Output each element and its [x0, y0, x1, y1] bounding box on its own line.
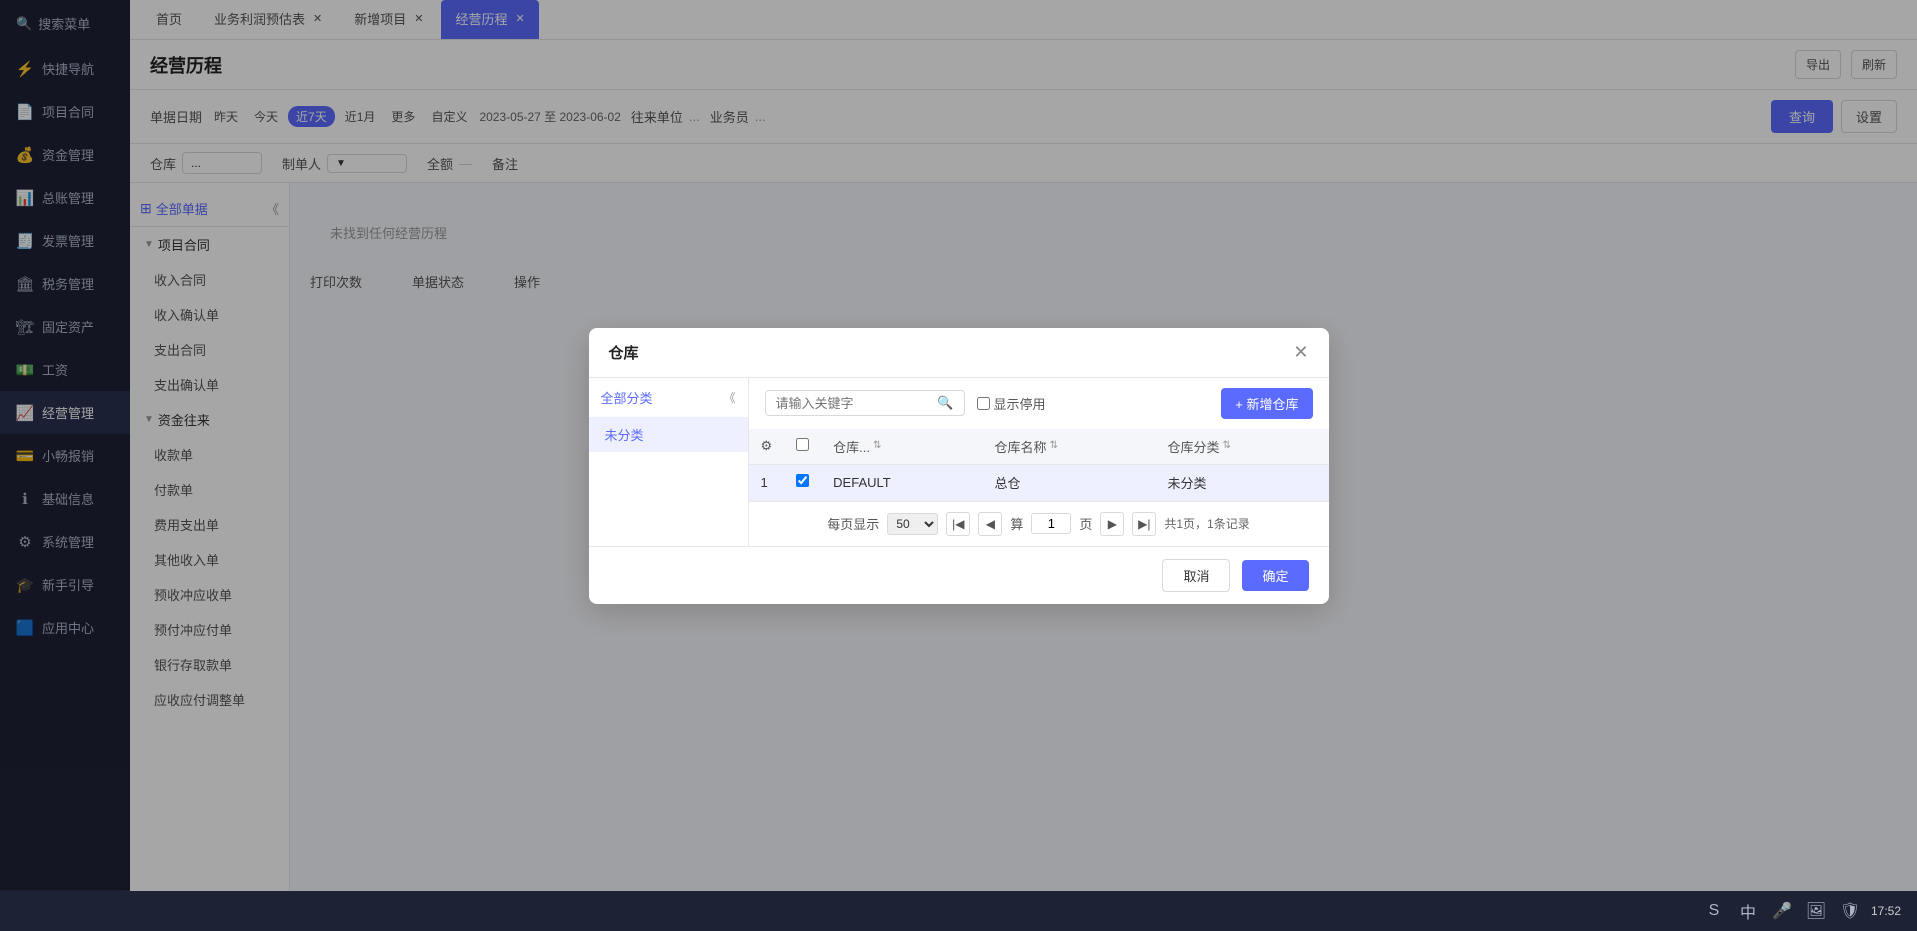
- row-checkbox[interactable]: [784, 464, 821, 500]
- warehouse-table: ⚙ 仓库... ⇅: [749, 429, 1329, 501]
- dialog-page-input[interactable]: [1031, 513, 1071, 534]
- sort-icon-name: ⇅: [1050, 441, 1058, 451]
- confirm-button[interactable]: 确定: [1242, 560, 1308, 591]
- row-num: 1: [749, 464, 785, 500]
- search-box: 🔍: [765, 390, 965, 416]
- dialog-page-size-select[interactable]: 50 10 20 100: [887, 513, 938, 535]
- table-panel: 🔍 显示停用 + 新增仓库: [749, 378, 1329, 546]
- taskbar-icon-5[interactable]: 🛡: [1837, 898, 1863, 924]
- col-checkbox-header: [784, 429, 821, 465]
- show-disabled-text: 显示停用: [994, 394, 1046, 413]
- category-all-label: 全部分类: [601, 388, 653, 407]
- search-icon: 🔍: [937, 395, 953, 411]
- settings-col-icon[interactable]: ⚙: [761, 438, 773, 453]
- col-code-header: 仓库... ⇅: [821, 429, 982, 465]
- sort-icon-code: ⇅: [873, 441, 881, 451]
- col-name-header: 仓库名称 ⇅: [983, 429, 1156, 465]
- warehouse-dialog: 仓库 ✕ 全部分类 《 未分类: [589, 328, 1329, 604]
- col-name-sort[interactable]: 仓库名称 ⇅: [995, 437, 1144, 456]
- taskbar-time: 17:52: [1871, 904, 1901, 918]
- category-all-header[interactable]: 全部分类 《: [589, 378, 748, 417]
- dialog-per-page-label: 每页显示: [827, 514, 879, 533]
- show-disabled-checkbox[interactable]: [977, 397, 990, 410]
- warehouse-table-body: 1 DEFAULT 总仓 未分类: [749, 464, 1329, 500]
- dialog-footer: 取消 确定: [589, 546, 1329, 604]
- taskbar-icon-1[interactable]: S: [1701, 898, 1727, 924]
- next-page-btn[interactable]: ▶: [1100, 512, 1124, 536]
- sort-icon-category: ⇅: [1223, 441, 1231, 451]
- show-disabled-label[interactable]: 显示停用: [977, 394, 1046, 413]
- prev-page-btn[interactable]: ◀: [978, 512, 1002, 536]
- row-category: 未分类: [1156, 464, 1329, 500]
- table-header-row: ⚙ 仓库... ⇅: [749, 429, 1329, 465]
- col-category-sort[interactable]: 仓库分类 ⇅: [1168, 437, 1317, 456]
- taskbar-icon-4[interactable]: 🖼: [1803, 898, 1829, 924]
- dialog-page-label: 页: [1079, 514, 1092, 533]
- search-input[interactable]: [776, 396, 932, 411]
- taskbar: S 中 🎤 🖼 🛡 17:52: [0, 891, 1917, 931]
- first-page-btn[interactable]: |◀: [946, 512, 970, 536]
- dialog-close-button[interactable]: ✕: [1293, 342, 1308, 363]
- taskbar-icon-3[interactable]: 🎤: [1769, 898, 1795, 924]
- data-table: ⚙ 仓库... ⇅: [749, 429, 1329, 501]
- cat-item-未分类[interactable]: 未分类: [589, 417, 748, 452]
- taskbar-icon-2[interactable]: 中: [1735, 898, 1761, 924]
- row-name: 总仓: [983, 464, 1156, 500]
- category-panel: 全部分类 《 未分类: [589, 378, 749, 546]
- table-toolbar: 🔍 显示停用 + 新增仓库: [749, 378, 1329, 429]
- dialog-header: 仓库 ✕: [589, 328, 1329, 378]
- dialog-jump-label: 算: [1010, 514, 1023, 533]
- add-warehouse-button[interactable]: + 新增仓库: [1221, 388, 1312, 419]
- row-code: DEFAULT: [821, 464, 982, 500]
- col-category-header: 仓库分类 ⇅: [1156, 429, 1329, 465]
- dialog-pagination: 每页显示 50 10 20 100 |◀ ◀ 算 页 ▶ ▶| 共1页，1条记录: [749, 501, 1329, 546]
- dialog-title: 仓库: [609, 342, 639, 363]
- cancel-button[interactable]: 取消: [1162, 559, 1230, 592]
- dialog-overlay: 仓库 ✕ 全部分类 《 未分类: [0, 0, 1917, 931]
- col-settings: ⚙: [749, 429, 785, 465]
- select-all-checkbox[interactable]: [796, 438, 809, 451]
- category-items: 未分类: [589, 417, 748, 452]
- col-code-sort[interactable]: 仓库... ⇅: [833, 437, 970, 456]
- dialog-total-info: 共1页，1条记录: [1164, 515, 1249, 532]
- dialog-body: 全部分类 《 未分类 🔍: [589, 378, 1329, 546]
- last-page-btn[interactable]: ▶|: [1132, 512, 1156, 536]
- table-row[interactable]: 1 DEFAULT 总仓 未分类: [749, 464, 1329, 500]
- category-collapse-icon[interactable]: 《: [723, 389, 735, 406]
